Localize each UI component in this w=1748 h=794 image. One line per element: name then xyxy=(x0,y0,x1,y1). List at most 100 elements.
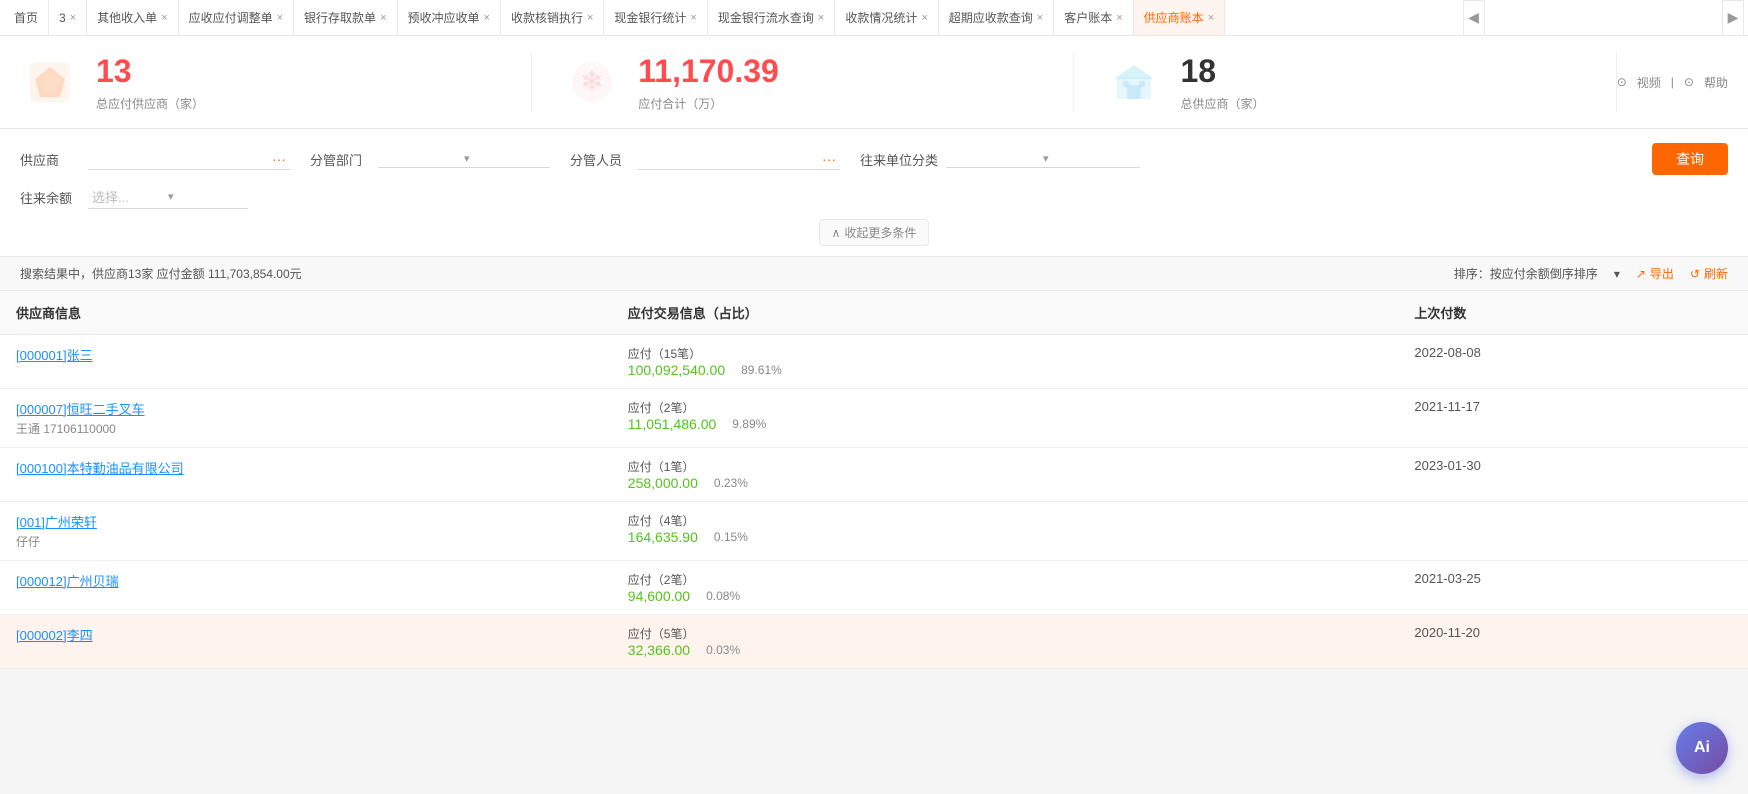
customer-book-close[interactable]: × xyxy=(1116,12,1122,24)
supplier-ellipsis-btn[interactable]: ··· xyxy=(272,151,286,167)
payable-label: 应付（5笔） xyxy=(628,625,1383,642)
nav-tab-bank-deposit[interactable]: 银行存取款单 × xyxy=(294,0,397,36)
cash-bank-stat-label: 现金银行统计 xyxy=(614,9,686,26)
department-select-wrap[interactable]: ▾ xyxy=(378,150,550,168)
table-row: [000001]张三 应付（15笔）100,092,540.0089.61% 202… xyxy=(0,335,1748,389)
nav-tab-supplier-book[interactable]: 供应商账本 × xyxy=(1134,0,1225,36)
supplier-table: 供应商信息 应付交易信息（占比） 上次付数 [000001]张三应付（15笔）1… xyxy=(0,291,1748,669)
ai-button[interactable]: Ai xyxy=(1676,722,1728,774)
video-icon: ⊙ xyxy=(1617,75,1627,89)
supplier-input-wrap: ··· xyxy=(88,149,290,170)
last-payment-cell: 2022-08-08 xyxy=(1398,335,1748,389)
person-filter: 分管人员 ··· xyxy=(570,149,840,170)
payable-info-cell: 应付（15笔）100,092,540.0089.61% xyxy=(612,335,1399,389)
supplier-link[interactable]: [000002]李四 xyxy=(16,628,93,643)
supplier-input[interactable] xyxy=(92,151,268,166)
person-ellipsis-btn[interactable]: ··· xyxy=(822,151,836,167)
receipt-verify-label: 收款核销执行 xyxy=(511,9,583,26)
category-arrow-icon: ▾ xyxy=(1043,152,1136,165)
other-income-close[interactable]: × xyxy=(161,12,167,24)
stat3-content: 18 总供应商（家） xyxy=(1180,52,1264,111)
tab3-label: 3 xyxy=(59,11,66,25)
last-payment-date: 2022-08-08 xyxy=(1414,345,1481,360)
th-supplier-info: 供应商信息 xyxy=(0,291,612,335)
top-right-links: ⊙ 视频 | ⊙ 帮助 xyxy=(1617,74,1728,91)
person-input[interactable] xyxy=(642,151,818,166)
customer-book-label: 客户账本 xyxy=(1064,9,1112,26)
cash-bank-flow-close[interactable]: × xyxy=(818,12,824,24)
nav-tab-receipt-stat[interactable]: 收款情况统计 × xyxy=(835,0,938,36)
table-row: [000002]李四应付（5笔）32,366.000.03%2020-11-20 xyxy=(0,615,1748,669)
supplier-link[interactable]: [000100]本特勤油品有限公司 xyxy=(16,461,184,476)
nav-tab-adjustment[interactable]: 应收应付调整单 × xyxy=(179,0,294,36)
link-separator: | xyxy=(1671,75,1674,89)
payable-amount[interactable]: 258,000.00 xyxy=(628,475,698,491)
nav-tab-home[interactable]: 首页 xyxy=(4,0,49,36)
filter-row-2: 往来余额 选择... ▾ xyxy=(20,185,1728,209)
supplier-info-cell: [000001]张三 xyxy=(0,335,612,389)
table-row: [001]广州荣轩仔仔应付（4笔）164,635.900.15% xyxy=(0,502,1748,561)
nav-tab-cash-bank-stat[interactable]: 现金银行统计 × xyxy=(604,0,707,36)
payable-percent: 0.23% xyxy=(714,476,748,490)
nav-tab-cash-bank-flow[interactable]: 现金银行流水查询 × xyxy=(708,0,835,36)
collapse-more-button[interactable]: ∧ 收起更多条件 xyxy=(819,219,930,246)
payable-percent: 0.15% xyxy=(714,530,748,544)
export-button[interactable]: ↗ 导出 xyxy=(1636,265,1674,282)
result-actions: 排序：按应付余额倒序排序 ▾ ↗ 导出 ↺ 刷新 xyxy=(1454,265,1728,282)
nav-tab-other-income[interactable]: 其他收入单 × xyxy=(87,0,178,36)
nav-tab-3[interactable]: 3 × xyxy=(49,0,87,36)
result-bar: 搜索结果中，供应商13家 应付金额 111,703,854.00元 排序：按应付… xyxy=(0,257,1748,291)
balance-select-wrap[interactable]: 选择... ▾ xyxy=(88,185,248,209)
overdue-query-close[interactable]: × xyxy=(1037,12,1043,24)
supplier-link[interactable]: [000007]恒旺二手叉车 xyxy=(16,402,145,417)
category-select-wrap[interactable]: ▾ xyxy=(946,150,1140,168)
last-payment-cell: 2021-11-17 xyxy=(1398,389,1748,448)
payable-amount[interactable]: 32,366.00 xyxy=(628,642,690,658)
cash-bank-stat-close[interactable]: × xyxy=(690,12,696,24)
nav-tab-customer-book[interactable]: 客户账本 × xyxy=(1054,0,1133,36)
payable-info-cell: 应付（2笔）94,600.000.08% xyxy=(612,561,1399,615)
contact-info: 仔仔 xyxy=(16,533,596,550)
video-link[interactable]: 视频 xyxy=(1637,74,1661,91)
refresh-button[interactable]: ↺ 刷新 xyxy=(1690,265,1728,282)
help-link[interactable]: 帮助 xyxy=(1704,74,1728,91)
export-label: 导出 xyxy=(1650,265,1674,282)
category-filter: 往来单位分类 ▾ xyxy=(860,150,1140,169)
advance-receive-label: 预收冲应收单 xyxy=(408,9,480,26)
nav-tab-advance-receive[interactable]: 预收冲应收单 × xyxy=(398,0,501,36)
tab3-close[interactable]: × xyxy=(70,12,76,24)
receipt-verify-close[interactable]: × xyxy=(587,12,593,24)
payable-percent: 9.89% xyxy=(732,417,766,431)
payable-amount[interactable]: 100,092,540.00 xyxy=(628,362,725,378)
nav-next-arrow[interactable]: ▶ xyxy=(1722,0,1744,36)
refresh-icon: ↺ xyxy=(1690,267,1700,281)
advance-receive-close[interactable]: × xyxy=(484,12,490,24)
ai-button-label: Ai xyxy=(1694,739,1710,757)
payable-amount[interactable]: 11,051,486.00 xyxy=(628,416,717,432)
stat1-content: 13 总应付供应商（家） xyxy=(96,52,204,111)
contact-info: 王通 17106110000 xyxy=(16,420,596,437)
supplier-link[interactable]: [000012]广州贝瑞 xyxy=(16,574,119,589)
nav-tab-receipt-verify[interactable]: 收款核销执行 × xyxy=(501,0,604,36)
last-payment-date: 2020-11-20 xyxy=(1414,625,1480,640)
supplier-info-cell: [000007]恒旺二手叉车王通 17106110000 xyxy=(0,389,612,448)
bank-deposit-close[interactable]: × xyxy=(380,12,386,24)
th-last-payment: 上次付数 xyxy=(1398,291,1748,335)
payable-amount[interactable]: 94,600.00 xyxy=(628,588,690,604)
adjustment-close[interactable]: × xyxy=(277,12,283,24)
export-icon: ↗ xyxy=(1636,267,1646,281)
nav-tab-overdue-query[interactable]: 超期应收款查询 × xyxy=(939,0,1054,36)
supplier-link[interactable]: [001]广州荣轩 xyxy=(16,515,97,530)
diamond-icon xyxy=(20,52,80,112)
receipt-stat-close[interactable]: × xyxy=(921,12,927,24)
payable-amount[interactable]: 164,635.90 xyxy=(628,529,698,545)
supplier-link[interactable]: [000001]张三 xyxy=(16,348,93,363)
last-payment-date: 2021-03-25 xyxy=(1414,571,1481,586)
supplier-filter: 供应商 ··· xyxy=(20,149,290,170)
filter-area: 供应商 ··· 分管部门 ▾ 分管人员 ··· 往来单位分类 ▾ xyxy=(0,129,1748,257)
person-filter-label: 分管人员 xyxy=(570,150,630,169)
supplier-filter-label: 供应商 xyxy=(20,150,80,169)
supplier-book-close[interactable]: × xyxy=(1208,12,1214,24)
nav-prev-arrow[interactable]: ◀ xyxy=(1463,0,1485,36)
query-button[interactable]: 查询 xyxy=(1652,143,1728,175)
